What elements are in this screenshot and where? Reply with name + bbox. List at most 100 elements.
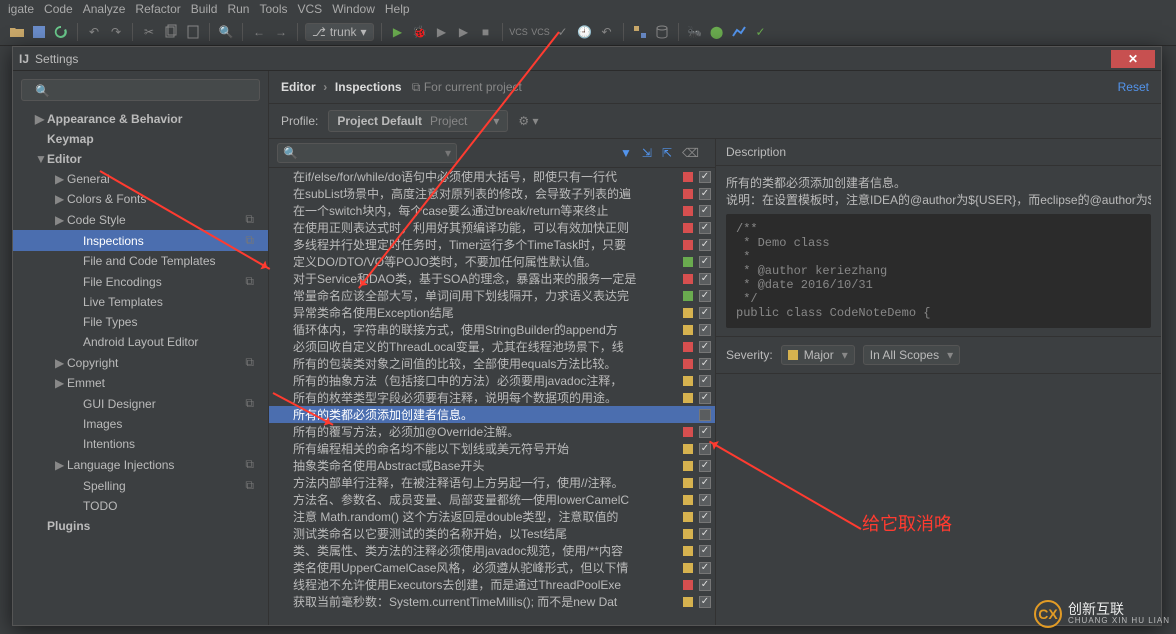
rule-row[interactable]: 类名使用UpperCamelCase风格，必须遵从驼峰形式，但以下情	[269, 559, 715, 576]
sidebar-item[interactable]: Inspections⧉	[13, 230, 268, 251]
open-icon[interactable]	[8, 23, 26, 41]
rule-row[interactable]: 抽象类命名使用Abstract或Base开头	[269, 457, 715, 474]
rule-row[interactable]: 所有编程相关的命名均不能以下划线或美元符号开始	[269, 440, 715, 457]
sidebar-item[interactable]: Intentions	[13, 434, 268, 454]
rule-row[interactable]: 方法内部单行注释，在被注释语句上方另起一行，使用//注释。	[269, 474, 715, 491]
sidebar-item[interactable]: File and Code Templates	[13, 251, 268, 271]
rule-row[interactable]: 必须回收自定义的ThreadLocal变量，尤其在线程池场景下，线	[269, 338, 715, 355]
menu-item[interactable]: Code	[44, 2, 73, 16]
gear-icon[interactable]: ⚙ ▾	[518, 114, 538, 128]
main-menubar[interactable]: igate Code Analyze Refactor Build Run To…	[0, 0, 1176, 18]
severity-combo[interactable]: Major ▾	[781, 345, 855, 365]
history-icon[interactable]: 🕘	[576, 23, 594, 41]
close-button[interactable]: ✕	[1111, 50, 1155, 68]
rule-row[interactable]: 测试类命名以它要测试的类的名称开始，以Test结尾	[269, 525, 715, 542]
breadcrumb-editor[interactable]: Editor	[281, 80, 316, 94]
rule-checkbox[interactable]	[699, 222, 711, 234]
sidebar-item[interactable]: ▶Copyright⧉	[13, 352, 268, 373]
menu-item[interactable]: Window	[332, 2, 375, 16]
rule-row[interactable]: 线程池不允许使用Executors去创建，而是通过ThreadPoolExe	[269, 576, 715, 593]
rule-row[interactable]: 在if/else/for/while/do语句中必须使用大括号，即使只有一行代	[269, 168, 715, 185]
sidebar-item[interactable]: ▶General	[13, 169, 268, 189]
database-icon[interactable]	[653, 23, 671, 41]
rule-row[interactable]: 常量命名应该全部大写，单词间用下划线隔开，力求语义表达完	[269, 287, 715, 304]
check-icon[interactable]: ✓	[752, 23, 770, 41]
sidebar-item[interactable]: ▶Language Injections⧉	[13, 454, 268, 475]
sidebar-item[interactable]: Live Templates	[13, 292, 268, 312]
rule-checkbox[interactable]	[699, 562, 711, 574]
branch-selector[interactable]: ⎇ trunk ▾	[305, 23, 374, 41]
sidebar-item[interactable]: TODO	[13, 496, 268, 516]
sidebar-item[interactable]: ▼Editor	[13, 149, 268, 169]
menu-item[interactable]: Refactor	[135, 2, 180, 16]
rule-checkbox[interactable]	[699, 358, 711, 370]
menu-item[interactable]: Run	[227, 2, 249, 16]
rule-row[interactable]: 循环体内，字符串的联接方式，使用StringBuilder的append方	[269, 321, 715, 338]
vcs-icon[interactable]: VCS	[510, 23, 528, 41]
sidebar-item[interactable]: GUI Designer⧉	[13, 393, 268, 414]
eraser-icon[interactable]: ⌫	[682, 146, 699, 160]
menu-item[interactable]: Help	[385, 2, 410, 16]
rule-checkbox[interactable]	[699, 375, 711, 387]
rule-checkbox[interactable]	[699, 307, 711, 319]
revert-icon[interactable]: ↶	[598, 23, 616, 41]
sidebar-search-input[interactable]	[21, 79, 260, 101]
cut-icon[interactable]: ✂	[140, 23, 158, 41]
rule-row[interactable]: 定义DO/DTO/VO等POJO类时，不要加任何属性默认值。	[269, 253, 715, 270]
back-icon[interactable]: ←	[250, 23, 268, 41]
rule-checkbox[interactable]	[699, 205, 711, 217]
rule-checkbox[interactable]	[699, 511, 711, 523]
menu-item[interactable]: Analyze	[83, 2, 126, 16]
breadcrumb-inspections[interactable]: Inspections	[335, 80, 402, 94]
vcs-update-icon[interactable]: VCS	[532, 23, 550, 41]
rule-row[interactable]: 所有的抽象方法（包括接口中的方法）必须要用javadoc注释，	[269, 372, 715, 389]
sidebar-item[interactable]: ▶Emmet	[13, 373, 268, 393]
run-coverage-icon[interactable]: ▶	[433, 23, 451, 41]
rule-checkbox[interactable]	[699, 596, 711, 608]
rule-row[interactable]: 在使用正则表达式时，利用好其预编译功能，可以有效加快正则	[269, 219, 715, 236]
menu-item[interactable]: VCS	[298, 2, 323, 16]
rule-checkbox[interactable]	[699, 239, 711, 251]
expand-icon[interactable]: ⇲	[642, 146, 652, 160]
commit-icon[interactable]: ✓	[554, 23, 572, 41]
rule-row[interactable]: 所有的包装类对象之间值的比较，全部使用equals方法比较。	[269, 355, 715, 372]
run-icon[interactable]: ▶	[389, 23, 407, 41]
filter-icon[interactable]: ▼	[620, 146, 632, 160]
paste-icon[interactable]	[184, 23, 202, 41]
rule-row[interactable]: 方法名、参数名、成员变量、局部变量都统一使用lowerCamelC	[269, 491, 715, 508]
ant-icon[interactable]: 🐜	[686, 23, 704, 41]
rule-row[interactable]: 异常类命名使用Exception结尾	[269, 304, 715, 321]
undo-icon[interactable]: ↶	[85, 23, 103, 41]
scope-combo[interactable]: In All Scopes ▾	[863, 345, 960, 365]
rule-checkbox[interactable]	[699, 290, 711, 302]
sidebar-item[interactable]: ▶Code Style⧉	[13, 209, 268, 230]
menu-item[interactable]: Build	[191, 2, 218, 16]
rules-list[interactable]: 在if/else/for/while/do语句中必须使用大括号，即使只有一行代在…	[269, 168, 715, 625]
rule-checkbox[interactable]	[699, 494, 711, 506]
rule-checkbox[interactable]	[699, 188, 711, 200]
menu-item[interactable]: igate	[8, 2, 34, 16]
save-icon[interactable]	[30, 23, 48, 41]
reset-link[interactable]: Reset	[1118, 80, 1149, 94]
rule-checkbox[interactable]	[699, 528, 711, 540]
settings-tree[interactable]: ▶Appearance & BehaviorKeymap▼Editor▶Gene…	[13, 109, 268, 625]
sidebar-item[interactable]: ▶Appearance & Behavior	[13, 109, 268, 129]
alibaba-icon[interactable]: ⬤	[708, 23, 726, 41]
debug-icon[interactable]: 🐞	[411, 23, 429, 41]
rule-row[interactable]: 多线程并行处理定时任务时，Timer运行多个TimeTask时，只要	[269, 236, 715, 253]
sidebar-item[interactable]: ▶Colors & Fonts	[13, 189, 268, 209]
sidebar-item[interactable]: Keymap	[13, 129, 268, 149]
sidebar-item[interactable]: Plugins	[13, 516, 268, 536]
rule-checkbox[interactable]	[699, 341, 711, 353]
sidebar-item[interactable]: Spelling⧉	[13, 475, 268, 496]
rule-row[interactable]: 对于Service和DAO类，基于SOA的理念，暴露出来的服务一定是	[269, 270, 715, 287]
rule-checkbox[interactable]	[699, 171, 711, 183]
menu-item[interactable]: Tools	[259, 2, 287, 16]
redo-icon[interactable]: ↷	[107, 23, 125, 41]
rule-checkbox[interactable]	[699, 324, 711, 336]
sidebar-item[interactable]: File Encodings⧉	[13, 271, 268, 292]
rule-row[interactable]: 在一个switch块内，每个case要么通过break/return等来终止	[269, 202, 715, 219]
rule-checkbox[interactable]	[699, 392, 711, 404]
stop-icon[interactable]: ■	[477, 23, 495, 41]
rules-search-input[interactable]	[277, 143, 457, 163]
